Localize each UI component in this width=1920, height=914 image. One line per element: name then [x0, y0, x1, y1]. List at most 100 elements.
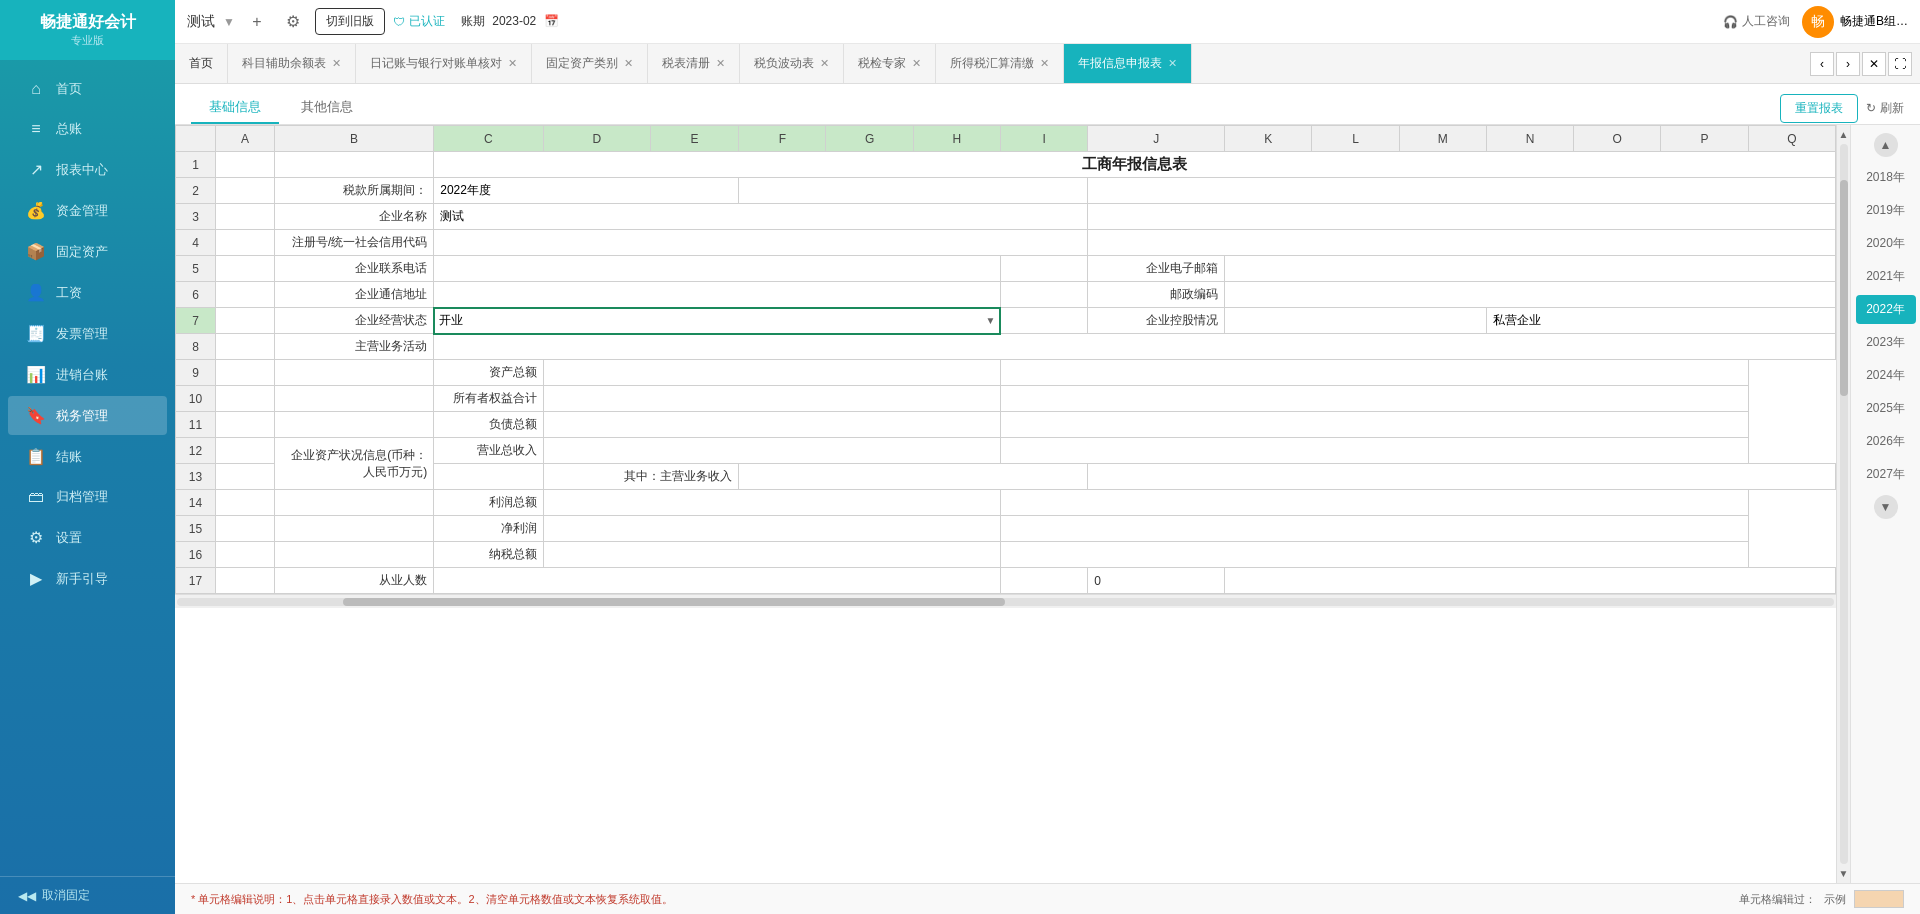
- col-m[interactable]: M: [1399, 126, 1486, 152]
- tab-expand-btn[interactable]: ⛶: [1888, 52, 1912, 76]
- year-btn-2020[interactable]: 2020年: [1856, 229, 1916, 258]
- tab-tax-table[interactable]: 税表清册✕: [648, 44, 740, 84]
- col-n[interactable]: N: [1486, 126, 1573, 152]
- tab-tax-expert[interactable]: 税检专家✕: [844, 44, 936, 84]
- tab-fixed-asset-cat[interactable]: 固定资产类别✕: [532, 44, 648, 84]
- horiz-scrollbar[interactable]: [175, 594, 1836, 608]
- cell-15d[interactable]: [543, 516, 1000, 542]
- sidebar-item-settle[interactable]: 📋结账: [8, 437, 167, 476]
- refresh-btn[interactable]: ↻ 刷新: [1866, 100, 1904, 117]
- cell-11j[interactable]: [1000, 412, 1748, 438]
- cell-1a[interactable]: [216, 152, 275, 178]
- sidebar-item-ledger[interactable]: ≡总账: [8, 110, 167, 148]
- sidebar-collapse-btn[interactable]: ◀◀ 取消固定: [0, 876, 175, 914]
- col-p[interactable]: P: [1661, 126, 1748, 152]
- sidebar-item-tax[interactable]: 🔖税务管理: [8, 396, 167, 435]
- tab-close-tax-settle[interactable]: ✕: [1040, 57, 1049, 70]
- cell-12j[interactable]: [1000, 438, 1748, 464]
- tab-close-aux[interactable]: ✕: [332, 57, 341, 70]
- tab-other[interactable]: 其他信息: [283, 92, 371, 124]
- sidebar-item-fund[interactable]: 💰资金管理: [8, 191, 167, 230]
- year-btn-2019[interactable]: 2019年: [1856, 196, 1916, 225]
- calendar-icon[interactable]: 📅: [544, 14, 559, 28]
- cell-4c[interactable]: [434, 230, 1088, 256]
- vert-scrollbar[interactable]: ▲ ▼: [1836, 125, 1850, 883]
- cell-17j[interactable]: 0: [1088, 568, 1225, 594]
- col-k[interactable]: K: [1225, 126, 1312, 152]
- cell-13j[interactable]: [1088, 464, 1836, 490]
- cell-10d[interactable]: [543, 386, 1000, 412]
- cell-6k[interactable]: [1225, 282, 1836, 308]
- old-version-btn[interactable]: 切到旧版: [315, 8, 385, 35]
- tab-aux[interactable]: 科目辅助余额表✕: [228, 44, 356, 84]
- add-btn[interactable]: +: [243, 8, 271, 36]
- reset-btn[interactable]: 重置报表: [1780, 94, 1858, 123]
- tab-basic[interactable]: 基础信息: [191, 92, 279, 124]
- cell-8c[interactable]: [434, 334, 1836, 360]
- col-i[interactable]: I: [1000, 126, 1087, 152]
- sidebar-item-fixed[interactable]: 📦固定资产: [8, 232, 167, 271]
- cell-16d[interactable]: [543, 542, 1000, 568]
- cell-3j[interactable]: [1088, 204, 1836, 230]
- cell-17c[interactable]: [434, 568, 1001, 594]
- cell-9d[interactable]: [543, 360, 1000, 386]
- cell-13f[interactable]: [739, 464, 1088, 490]
- tab-close-journal[interactable]: ✕: [508, 57, 517, 70]
- cell-2c[interactable]: 2022年度: [434, 178, 739, 204]
- year-btn-2023[interactable]: 2023年: [1856, 328, 1916, 357]
- sidebar-item-settings[interactable]: ⚙设置: [8, 518, 167, 557]
- col-f[interactable]: F: [739, 126, 826, 152]
- cell-16j[interactable]: [1000, 542, 1748, 568]
- cell-2j[interactable]: [1088, 178, 1836, 204]
- tab-close-tax-expert[interactable]: ✕: [912, 57, 921, 70]
- year-btn-2022[interactable]: 2022年: [1856, 295, 1916, 324]
- tab-close-tax-table[interactable]: ✕: [716, 57, 725, 70]
- year-btn-2024[interactable]: 2024年: [1856, 361, 1916, 390]
- sidebar-item-salary[interactable]: 👤工资: [8, 273, 167, 312]
- tab-annual-report[interactable]: 年报信息申报表✕: [1064, 44, 1192, 84]
- sidebar-item-report[interactable]: ↗报表中心: [8, 150, 167, 189]
- col-d[interactable]: D: [543, 126, 650, 152]
- cell-3c[interactable]: 测试: [434, 204, 1088, 230]
- col-h[interactable]: H: [913, 126, 1000, 152]
- cell-15j[interactable]: [1000, 516, 1748, 542]
- cell-1b[interactable]: [274, 152, 433, 178]
- chevron-down-icon[interactable]: ▼: [223, 15, 235, 29]
- tab-close-fixed-asset-cat[interactable]: ✕: [624, 57, 633, 70]
- col-j[interactable]: J: [1088, 126, 1225, 152]
- cell-7c-dropdown[interactable]: 开业 ▼: [434, 308, 1001, 334]
- cell-5k[interactable]: [1225, 256, 1836, 282]
- consult-btn[interactable]: 🎧 人工咨询: [1723, 13, 1790, 30]
- spreadsheet[interactable]: A B C D E F G H I J K L M N O: [175, 125, 1836, 883]
- cell-12d[interactable]: [543, 438, 1000, 464]
- col-g[interactable]: G: [826, 126, 913, 152]
- settings-btn[interactable]: ⚙: [279, 8, 307, 36]
- tab-close-annual-report[interactable]: ✕: [1168, 57, 1177, 70]
- year-btn-2018[interactable]: 2018年: [1856, 163, 1916, 192]
- year-down-btn[interactable]: ▼: [1874, 495, 1898, 519]
- tab-tax-wave[interactable]: 税负波动表✕: [740, 44, 844, 84]
- col-l[interactable]: L: [1312, 126, 1399, 152]
- year-btn-2021[interactable]: 2021年: [1856, 262, 1916, 291]
- col-o[interactable]: O: [1574, 126, 1661, 152]
- tab-next-btn[interactable]: ›: [1836, 52, 1860, 76]
- col-a[interactable]: A: [216, 126, 275, 152]
- year-btn-2026[interactable]: 2026年: [1856, 427, 1916, 456]
- sidebar-item-home[interactable]: ⌂首页: [8, 70, 167, 108]
- cell-13c[interactable]: [434, 464, 543, 490]
- sidebar-item-guide[interactable]: ▶新手引导: [8, 559, 167, 598]
- col-e[interactable]: E: [651, 126, 739, 152]
- cell-7k[interactable]: [1225, 308, 1487, 334]
- cell-2f[interactable]: [739, 178, 1088, 204]
- cell-7n[interactable]: 私营企业: [1486, 308, 1835, 334]
- tab-journal[interactable]: 日记账与银行对账单核对✕: [356, 44, 532, 84]
- dropdown-arrow-icon[interactable]: ▼: [986, 315, 996, 326]
- cell-9j[interactable]: [1000, 360, 1748, 386]
- tab-home[interactable]: 首页: [175, 44, 228, 84]
- cell-6c[interactable]: [434, 282, 1001, 308]
- year-btn-2025[interactable]: 2025年: [1856, 394, 1916, 423]
- year-up-btn[interactable]: ▲: [1874, 133, 1898, 157]
- cell-6i[interactable]: [1000, 282, 1087, 308]
- tab-tax-settle[interactable]: 所得税汇算清缴✕: [936, 44, 1064, 84]
- col-q[interactable]: Q: [1748, 126, 1835, 152]
